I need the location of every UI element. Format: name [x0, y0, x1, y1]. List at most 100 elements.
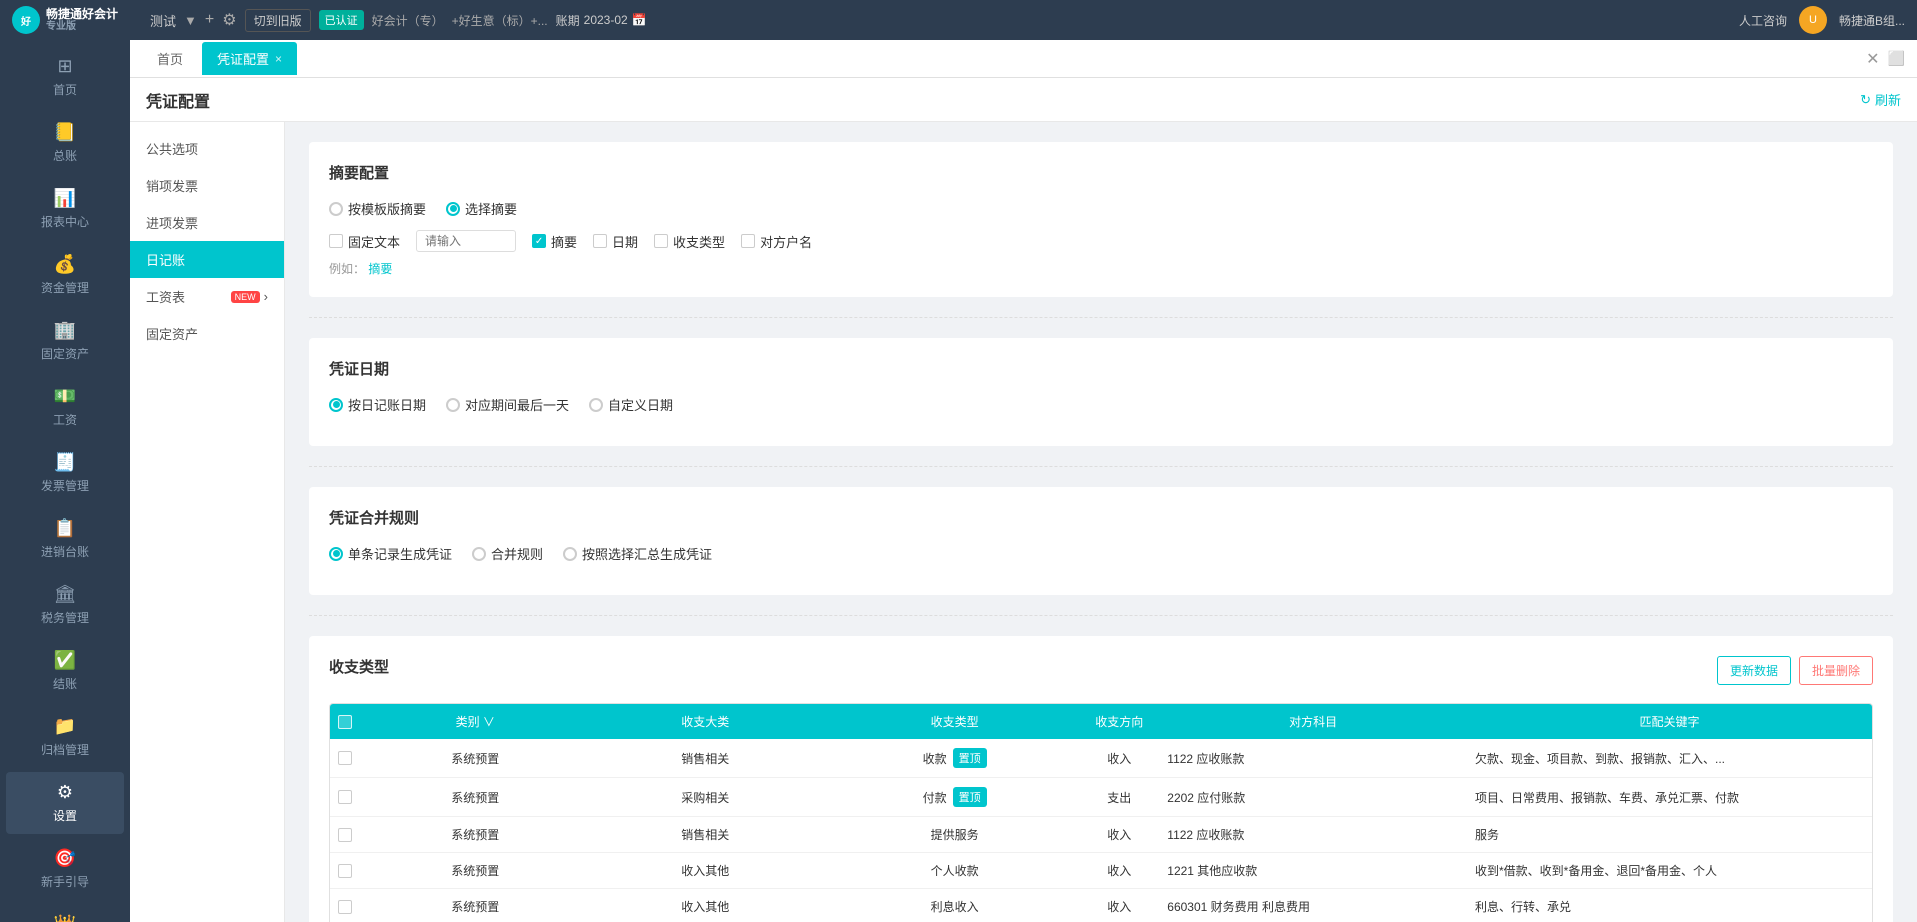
page-body: 公共选项 销项发票 进项发票 日记账 工资表 NEW › [130, 122, 1917, 922]
checkbox-row: 固定文本 ✓ 摘要 日期 收支类型 [329, 230, 1873, 252]
radio-template-circle [329, 202, 343, 216]
row3-check[interactable] [330, 855, 370, 887]
radio-period-last-circle [446, 398, 460, 412]
reset-badge-0[interactable]: 置顶 [953, 748, 987, 768]
fixed-text-input[interactable] [416, 230, 516, 252]
sidebar-item-home[interactable]: ⊞ 首页 [6, 46, 124, 108]
tab-close-icon[interactable]: × [275, 52, 282, 66]
sidebar: ⊞ 首页 📒 总账 📊 报表中心 💰 资金管理 🏢 固定资产 💵 工资 🧾 发票… [0, 40, 130, 922]
refresh-button[interactable]: ↻ 刷新 [1860, 90, 1901, 109]
update-data-button[interactable]: 更新数据 [1717, 656, 1791, 685]
radio-merge-rule[interactable]: 合并规则 [472, 544, 543, 563]
home-icon: ⊞ [57, 56, 72, 77]
cb-counterparty-box [741, 234, 755, 248]
row2-type: 提供服务 [830, 817, 1079, 852]
sidebar-item-assets[interactable]: 🏢 固定资产 [6, 310, 124, 372]
content-area: 首页 凭证配置 × ✕ ⬜ 凭证配置 ↻ 刷新 公共选项 [130, 40, 1917, 922]
checkbox-fixed-text[interactable]: 固定文本 [329, 232, 400, 251]
row1-check[interactable] [330, 781, 370, 813]
sidebar-item-archive[interactable]: 📁 归档管理 [6, 706, 124, 768]
good-accounting-tag: 好会计（专） [372, 12, 444, 29]
sidebar-label-assets: 固定资产 [41, 345, 89, 362]
row1-type: 付款 置顶 [830, 778, 1079, 816]
sidebar-label-home: 首页 [53, 81, 77, 98]
radio-custom-date[interactable]: 自定义日期 [589, 395, 673, 414]
left-nav-fixed-assets[interactable]: 固定资产 [130, 315, 284, 352]
period-label: 账期 [556, 12, 580, 29]
left-nav-payroll[interactable]: 工资表 NEW › [130, 278, 284, 315]
divider-3 [309, 615, 1893, 616]
radio-template-label: 按模板版摘要 [348, 199, 426, 218]
radio-single[interactable]: 单条记录生成凭证 [329, 544, 452, 563]
sidebar-item-closing[interactable]: ✅ 结账 [6, 640, 124, 702]
row0-type: 收款 置顶 [830, 739, 1079, 777]
th-check[interactable] [330, 706, 370, 738]
sidebar-item-invoices[interactable]: 🧾 发票管理 [6, 442, 124, 504]
left-nav-journal-label: 日记账 [146, 250, 185, 269]
checkbox-date[interactable]: 日期 [593, 232, 638, 251]
voucher-merge-radio-group: 单条记录生成凭证 合并规则 按照选择汇总生成凭证 [329, 544, 1873, 563]
row2-major: 销售相关 [581, 817, 830, 852]
sidebar-item-tax[interactable]: 🏛 税务管理 [6, 574, 124, 636]
sidebar-item-settings[interactable]: ⚙ 设置 [6, 772, 124, 834]
left-nav-public[interactable]: 公共选项 [130, 130, 284, 167]
row4-keyword: 利息、行转、承兑 [1467, 889, 1872, 922]
checkbox-counterparty[interactable]: 对方户名 [741, 232, 812, 251]
row0-major: 销售相关 [581, 741, 830, 776]
user-avatar[interactable]: U [1799, 6, 1827, 34]
tab-home[interactable]: 首页 [142, 42, 198, 75]
row4-check[interactable] [330, 891, 370, 922]
voucher-date-radio-group: 按日记账日期 对应期间最后一天 自定义日期 [329, 395, 1873, 414]
batch-delete-button[interactable]: 批量删除 [1799, 656, 1873, 685]
row4-direction: 收入 [1079, 889, 1159, 922]
salary-icon: 💵 [54, 386, 76, 407]
sidebar-item-member[interactable]: 👑 畅会员 [6, 904, 124, 922]
reset-badge-1[interactable]: 置顶 [953, 787, 987, 807]
row2-check[interactable] [330, 819, 370, 851]
th-major: 收支大类 [581, 704, 830, 739]
row1-account: 2202 应付账款 [1159, 780, 1467, 815]
settings-icon[interactable]: ⚙ [222, 10, 236, 30]
sidebar-item-funds[interactable]: 💰 资金管理 [6, 244, 124, 306]
cb-counterparty-label: 对方户名 [760, 232, 812, 251]
checkbox-summary[interactable]: ✓ 摘要 [532, 232, 577, 251]
window-maximize-icon[interactable]: ⬜ [1888, 50, 1905, 67]
sidebar-item-reports[interactable]: 📊 报表中心 [6, 178, 124, 240]
switch-version-button[interactable]: 切到旧版 [245, 9, 311, 32]
calendar-icon[interactable]: 📅 [632, 13, 647, 27]
sidebar-item-salary[interactable]: 💵 工资 [6, 376, 124, 438]
add-icon[interactable]: + [205, 11, 214, 29]
row3-major: 收入其他 [581, 853, 830, 888]
sidebar-item-purchase-sales[interactable]: 📋 进销台账 [6, 508, 124, 570]
invoices-icon: 🧾 [54, 452, 76, 473]
company-name: 测试 [150, 11, 176, 30]
summary-config-section: 摘要配置 按模板版摘要 选择摘要 [309, 142, 1893, 297]
tab-voucher-config[interactable]: 凭证配置 × [202, 42, 297, 75]
sidebar-item-ledger[interactable]: 📒 总账 [6, 112, 124, 174]
settings-nav-icon: ⚙ [57, 782, 73, 803]
radio-period-last[interactable]: 对应期间最后一天 [446, 395, 569, 414]
radio-merge-label: 合并规则 [491, 544, 543, 563]
radio-journal-date[interactable]: 按日记账日期 [329, 395, 426, 414]
radio-template[interactable]: 按模板版摘要 [329, 199, 426, 218]
radio-custom-label: 自定义日期 [608, 395, 673, 414]
window-close-icon[interactable]: ✕ [1866, 49, 1879, 69]
row2-category: 系统预置 [370, 817, 581, 852]
sidebar-item-guide[interactable]: 🎯 新手引导 [6, 838, 124, 900]
service-button[interactable]: 人工咨询 [1739, 12, 1787, 29]
radio-select-summary-merge[interactable]: 按照选择汇总生成凭证 [563, 544, 712, 563]
row3-account: 1221 其他应收款 [1159, 853, 1467, 888]
left-nav-purchase[interactable]: 进项发票 [130, 204, 284, 241]
main-content: 摘要配置 按模板版摘要 选择摘要 [285, 122, 1917, 922]
left-nav-journal[interactable]: 日记账 [130, 241, 284, 278]
table-row: 系统预置 收入其他 利息收入 收入 660301 财务费用 利息费用 利息、行转… [330, 889, 1872, 922]
row1-keyword: 项目、日常费用、报销款、车费、承兑汇票、付款 [1467, 780, 1872, 815]
radio-select-summary[interactable]: 选择摘要 [446, 199, 517, 218]
sidebar-label-invoices: 发票管理 [41, 477, 89, 494]
left-nav-sales[interactable]: 销项发票 [130, 167, 284, 204]
row0-check[interactable] [330, 742, 370, 774]
checkbox-type[interactable]: 收支类型 [654, 232, 725, 251]
tab-bar: 首页 凭证配置 × ✕ ⬜ [130, 40, 1917, 78]
dropdown-icon[interactable]: ▼ [184, 13, 197, 28]
header-checkbox[interactable] [338, 715, 352, 729]
